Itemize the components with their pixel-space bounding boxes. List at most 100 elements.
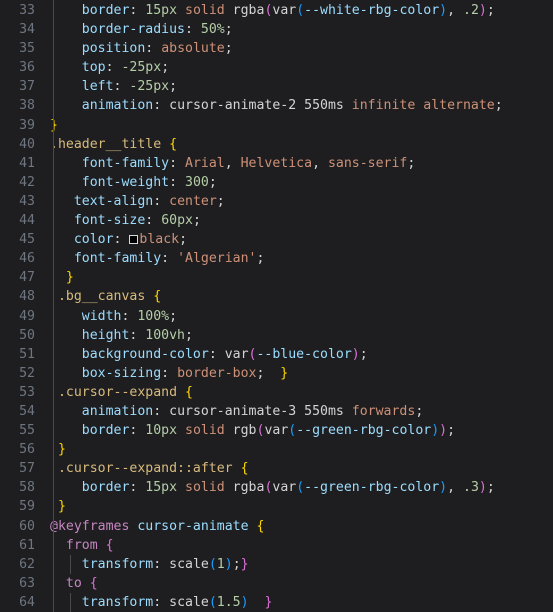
code-line-content[interactable]: } [44, 116, 553, 135]
code-line[interactable]: 39 } [0, 116, 553, 135]
code-line[interactable]: 46 font-family: 'Algerian'; [0, 249, 553, 268]
code-line[interactable]: 40 .header__title { [0, 135, 553, 154]
code-line-content[interactable]: border-radius: 50%; [44, 20, 553, 39]
line-number: 33 [19, 3, 35, 18]
code-line-content[interactable]: box-sizing: border-box; } [44, 364, 553, 383]
code-line-content[interactable]: .header__title { [44, 135, 553, 154]
code-line[interactable]: 42 font-weight: 300; [0, 173, 553, 192]
line-number: 57 [19, 461, 35, 477]
line-number: 47 [19, 270, 35, 286]
code-line-content[interactable]: background-color: var(--blue-color); [44, 345, 553, 364]
code-line[interactable]: 57 .cursor--expand::after { [0, 459, 553, 478]
code-line-content[interactable]: } [44, 440, 553, 459]
code-lines-container[interactable]: 33 border: 15px solid rgba(var(--white-r… [0, 0, 553, 612]
code-line-content[interactable]: @keyframes cursor-animate { [44, 517, 553, 536]
line-number: 35 [19, 41, 35, 57]
code-line[interactable]: 59 } [0, 497, 553, 516]
code-line[interactable]: 56 } [0, 440, 553, 459]
line-number: 40 [19, 136, 35, 152]
code-line[interactable]: 54 animation: cursor-animate-3 550ms for… [0, 402, 553, 421]
line-number: 42 [19, 174, 35, 190]
line-number: 63 [19, 575, 35, 591]
code-line-content[interactable]: font-family: 'Algerian'; [44, 249, 553, 268]
line-number: 49 [19, 308, 35, 324]
code-line-content[interactable]: } [44, 268, 553, 287]
code-line-content[interactable]: transform: scale(1.5) } [44, 592, 553, 612]
code-line[interactable]: 61 from { [0, 536, 553, 555]
code-line-content[interactable]: font-family: Arial, Helvetica, sans-seri… [44, 154, 553, 173]
code-line[interactable]: 45 color: black; [0, 230, 553, 249]
code-line[interactable]: 33 border: 15px solid rgba(var(--white-r… [0, 1, 553, 20]
code-line-content[interactable]: color: black; [44, 230, 553, 249]
code-line-content[interactable]: .cursor--expand { [44, 383, 553, 402]
line-number: 44 [19, 213, 35, 229]
line-number: 48 [19, 289, 35, 305]
line-number: 58 [19, 480, 35, 496]
code-line[interactable]: 48 .bg__canvas { [0, 287, 553, 306]
code-line[interactable]: 41 font-family: Arial, Helvetica, sans-s… [0, 154, 553, 173]
code-line-content[interactable]: position: absolute; [44, 39, 553, 58]
line-number: 61 [19, 537, 35, 553]
code-line-content[interactable]: .bg__canvas { [44, 287, 553, 306]
code-line[interactable]: 50 height: 100vh; [0, 326, 553, 345]
code-line-content[interactable]: border: 10px solid rgb(var(--green-rbg-c… [44, 421, 553, 440]
code-line[interactable]: 52 box-sizing: border-box; } [0, 364, 553, 383]
code-line-content[interactable]: animation: cursor-animate-2 550ms infini… [44, 96, 553, 115]
code-line[interactable]: 44 font-size: 60px; [0, 211, 553, 230]
line-number: 60 [19, 518, 35, 534]
line-number: 41 [19, 155, 35, 171]
line-number: 36 [19, 60, 35, 76]
code-line-content[interactable]: animation: cursor-animate-3 550ms forwar… [44, 402, 553, 421]
line-number: 50 [19, 327, 35, 343]
code-line-content[interactable]: border: 15px solid rgba(var(--white-rbg-… [44, 1, 553, 20]
code-line-content[interactable]: text-align: center; [44, 192, 553, 211]
code-line[interactable]: 53 .cursor--expand { [0, 383, 553, 402]
code-line[interactable]: 49 width: 100%; [0, 307, 553, 326]
code-line-content[interactable]: border: 15px solid rgba(var(--green-rbg-… [44, 478, 553, 497]
code-line-content[interactable]: font-size: 60px; [44, 211, 553, 230]
code-line[interactable]: 34 border-radius: 50%; [0, 20, 553, 39]
code-line[interactable]: 47 } [0, 268, 553, 287]
line-number: 54 [19, 403, 35, 419]
code-line-content[interactable]: left: -25px; [44, 77, 553, 96]
line-number: 51 [19, 346, 35, 362]
line-number: 45 [19, 232, 35, 248]
indent-guide [70, 554, 71, 574]
code-line-content[interactable]: .cursor--expand::after { [44, 459, 553, 478]
code-line[interactable]: 60 @keyframes cursor-animate { [0, 517, 553, 536]
code-line-content[interactable]: font-weight: 300; [44, 173, 553, 192]
code-line[interactable]: 37 left: -25px; [0, 77, 553, 96]
line-number: 62 [19, 556, 35, 572]
line-number: 59 [19, 499, 35, 515]
code-line-content[interactable]: height: 100vh; [44, 326, 553, 345]
code-line-content[interactable]: } [44, 497, 553, 516]
code-line[interactable]: 51 background-color: var(--blue-color); [0, 345, 553, 364]
line-number: 55 [19, 423, 35, 439]
indent-guide [70, 592, 71, 612]
line-number: 52 [19, 365, 35, 381]
code-line[interactable]: 63 to { [0, 574, 553, 593]
code-line[interactable]: 43 text-align: center; [0, 192, 553, 211]
line-number: 39 [19, 117, 35, 133]
code-line[interactable]: 38 animation: cursor-animate-2 550ms inf… [0, 96, 553, 115]
line-number: 46 [19, 251, 35, 267]
line-number: 53 [19, 384, 35, 400]
code-line-content[interactable]: to { [44, 574, 553, 593]
code-line[interactable]: 55 border: 10px solid rgb(var(--green-rb… [0, 421, 553, 440]
line-number: 64 [19, 594, 35, 610]
line-number: 43 [19, 193, 35, 209]
code-line[interactable]: 35 position: absolute; [0, 39, 553, 58]
code-line[interactable]: 62 transform: scale(1);} [0, 554, 553, 574]
line-number: 38 [19, 98, 35, 114]
code-line[interactable]: 58 border: 15px solid rgba(var(--green-r… [0, 478, 553, 497]
line-number: 37 [19, 79, 35, 95]
color-preview-swatch-icon[interactable] [129, 235, 139, 245]
code-line-content[interactable]: from { [44, 536, 553, 555]
line-number: 56 [19, 442, 35, 458]
code-editor[interactable]: 33 border: 15px solid rgba(var(--white-r… [0, 0, 553, 612]
code-line[interactable]: 36 top: -25px; [0, 58, 553, 77]
code-line-content[interactable]: top: -25px; [44, 58, 553, 77]
code-line-content[interactable]: width: 100%; [44, 307, 553, 326]
code-line-content[interactable]: transform: scale(1);} [44, 554, 553, 574]
code-line[interactable]: 64 transform: scale(1.5) } [0, 592, 553, 612]
